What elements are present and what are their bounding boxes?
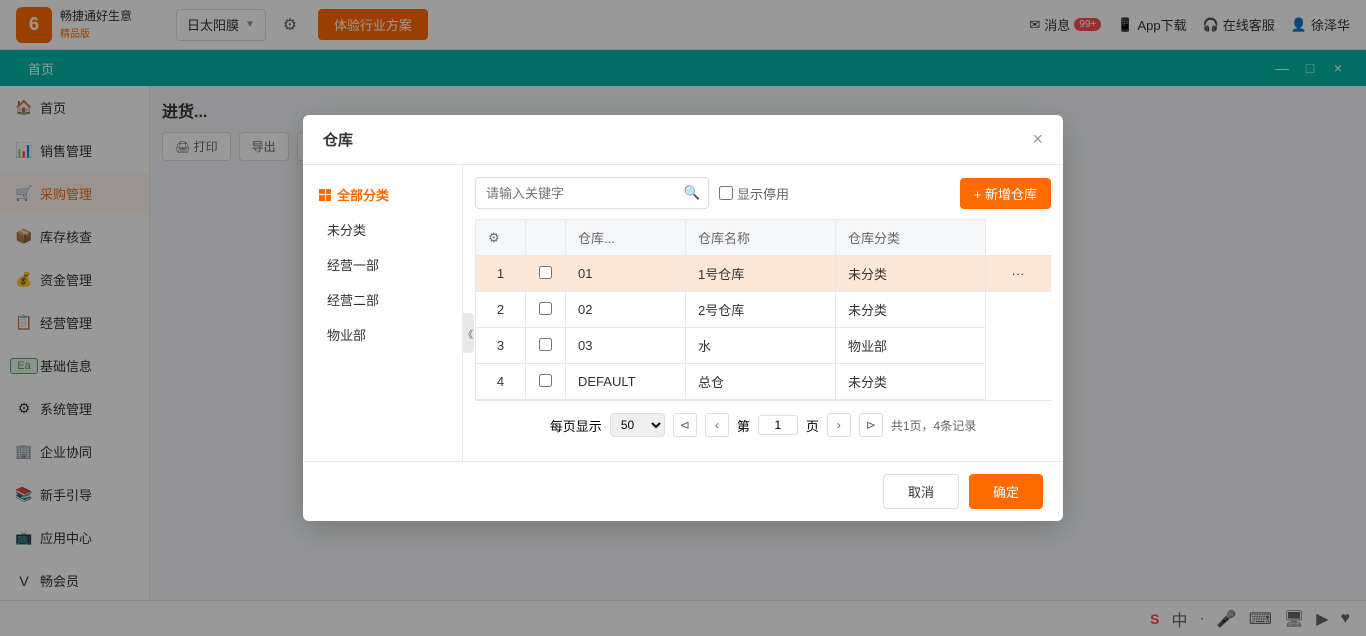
- cell-name: 水: [686, 328, 836, 364]
- category-all-header[interactable]: 全部分类: [303, 177, 462, 212]
- category-item-ops1[interactable]: 经营一部: [303, 247, 462, 282]
- page-label: 第: [737, 416, 750, 435]
- col-header-name: 仓库名称: [686, 220, 836, 256]
- grid-icon: [319, 189, 331, 201]
- collapse-sidebar-button[interactable]: 《: [462, 313, 474, 353]
- search-input[interactable]: [476, 186, 676, 201]
- prev-page-button[interactable]: ‹: [705, 413, 729, 437]
- show-disabled-label: 显示停用: [737, 184, 789, 203]
- cell-num: 3: [476, 328, 526, 364]
- cell-code: 01: [566, 256, 686, 292]
- cell-cat: 未分类: [836, 292, 986, 328]
- table-row[interactable]: 1 01 1号仓库 未分类 ···: [476, 256, 1051, 292]
- cell-code: 02: [566, 292, 686, 328]
- cell-check[interactable]: [526, 256, 566, 292]
- category-item-ops2[interactable]: 经营二部: [303, 282, 462, 317]
- cell-name: 1号仓库: [686, 256, 836, 292]
- table-toolbar: 🔍 显示停用 + 新增仓库: [475, 177, 1051, 209]
- page-suffix: 页: [806, 416, 819, 435]
- table-row[interactable]: 2 02 2号仓库 未分类: [476, 292, 1051, 328]
- cell-num: 1: [476, 256, 526, 292]
- next-page-button[interactable]: ›: [827, 413, 851, 437]
- modal-title: 仓库: [323, 129, 353, 150]
- modal-footer: 取消 确定: [303, 461, 1063, 521]
- search-button[interactable]: 🔍: [676, 177, 708, 209]
- per-page-label: 每页显示: [550, 416, 602, 435]
- modal-header: 仓库 ×: [303, 115, 1063, 165]
- search-box: 🔍: [475, 177, 709, 209]
- table-row[interactable]: 3 03 水 物业部: [476, 328, 1051, 364]
- confirm-button[interactable]: 确定: [969, 474, 1043, 509]
- warehouse-modal: 仓库 × 全部分类 未分类 经营一部 经营二部 物业部 《 🔍: [303, 115, 1063, 521]
- cell-action[interactable]: ···: [986, 256, 1051, 292]
- col-header-check: [526, 220, 566, 256]
- cell-cat: 未分类: [836, 256, 986, 292]
- cell-check[interactable]: [526, 292, 566, 328]
- cell-code: DEFAULT: [566, 364, 686, 400]
- show-disabled-container: 显示停用: [719, 184, 789, 203]
- first-page-button[interactable]: ⊲: [673, 413, 697, 437]
- category-sidebar: 全部分类 未分类 经营一部 经营二部 物业部 《: [303, 165, 463, 461]
- category-item-unclassified[interactable]: 未分类: [303, 212, 462, 247]
- total-info: 共1页，4条记录: [891, 417, 976, 434]
- warehouse-table: ⚙ 仓库... 仓库名称 仓库分类 1 01 1号仓库 未分类 ··· 2 02…: [475, 219, 1051, 400]
- col-header-settings: ⚙: [476, 220, 526, 256]
- cell-check[interactable]: [526, 364, 566, 400]
- col-header-cat: 仓库分类: [836, 220, 986, 256]
- cell-check[interactable]: [526, 328, 566, 364]
- modal-close-button[interactable]: ×: [1032, 129, 1043, 150]
- modal-body: 全部分类 未分类 经营一部 经营二部 物业部 《 🔍 显示停用 + 新增仓库: [303, 165, 1063, 461]
- per-page-select[interactable]: 50 100 200: [610, 413, 665, 437]
- cell-cat: 物业部: [836, 328, 986, 364]
- cell-num: 4: [476, 364, 526, 400]
- table-area: 🔍 显示停用 + 新增仓库 ⚙ 仓库... 仓库名称 仓库分类: [463, 165, 1063, 461]
- cancel-button[interactable]: 取消: [883, 474, 959, 509]
- add-warehouse-button[interactable]: + 新增仓库: [960, 178, 1051, 209]
- table-row[interactable]: 4 DEFAULT 总仓 未分类: [476, 364, 1051, 400]
- category-all-label: 全部分类: [337, 185, 389, 204]
- cell-num: 2: [476, 292, 526, 328]
- show-disabled-checkbox[interactable]: [719, 186, 733, 200]
- last-page-button[interactable]: ⊳: [859, 413, 883, 437]
- page-input[interactable]: [758, 415, 798, 435]
- cell-name: 总仓: [686, 364, 836, 400]
- cell-code: 03: [566, 328, 686, 364]
- cell-name: 2号仓库: [686, 292, 836, 328]
- cell-cat: 未分类: [836, 364, 986, 400]
- col-header-code: 仓库...: [566, 220, 686, 256]
- category-item-property[interactable]: 物业部: [303, 317, 462, 352]
- pagination: 每页显示 50 100 200 ⊲ ‹ 第 页 › ⊳ 共1页，4条记录: [475, 400, 1051, 449]
